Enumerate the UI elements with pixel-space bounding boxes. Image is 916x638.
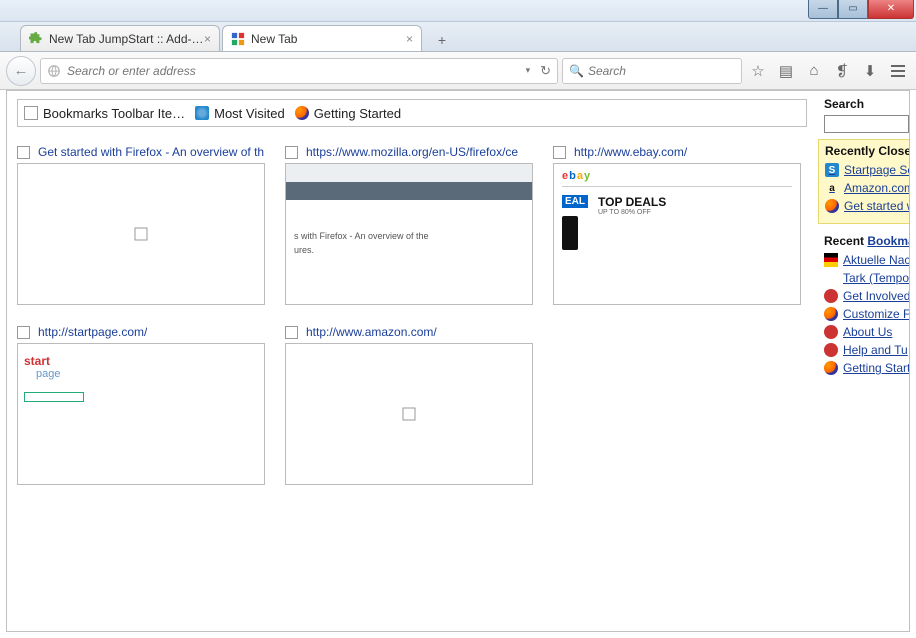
bookmark-label: Getting Started xyxy=(314,106,401,121)
sidebar-link-aktuelle[interactable]: Aktuelle Nac xyxy=(824,251,909,269)
new-tab-button[interactable]: + xyxy=(430,29,454,51)
address-bar[interactable]: ▾ ↻ xyxy=(40,58,558,84)
sidebar-search-heading: Search xyxy=(818,91,909,115)
sidebar-search-input[interactable] xyxy=(824,115,909,133)
window-maximize-button[interactable]: ▭ xyxy=(838,0,868,19)
reload-icon[interactable]: ↻ xyxy=(540,63,551,79)
search-bar[interactable]: 🔍 xyxy=(562,58,742,84)
sidebar-link-getinvolved[interactable]: Get Involved xyxy=(824,287,909,305)
url-input[interactable] xyxy=(67,64,520,78)
placeholder-icon xyxy=(135,228,148,241)
bookmark-label: Bookmarks Toolbar Ite… xyxy=(43,106,185,121)
bookmarks-toolbar-item-gettingstarted[interactable]: Getting Started xyxy=(295,106,401,121)
tile-thumbnail[interactable] xyxy=(285,343,533,485)
tile-label: https://www.mozilla.org/en-US/firefox/ce xyxy=(306,145,518,159)
tab-newtab[interactable]: New Tab × xyxy=(222,25,422,51)
tab-close-icon[interactable]: × xyxy=(204,32,211,46)
sidebar-link-startpage[interactable]: SStartpage Se xyxy=(825,161,909,179)
hamburger-icon xyxy=(891,65,905,77)
window-titlebar: — ▭ ✕ xyxy=(0,0,916,22)
sidebar-recent-bookmarks-heading: Recent Bookma xyxy=(824,234,909,248)
tab-label: New Tab JumpStart :: Add-… xyxy=(49,32,204,46)
back-button[interactable]: ← xyxy=(6,56,36,86)
firefox-icon xyxy=(825,199,839,213)
bookmarks-link[interactable]: Bookma xyxy=(867,234,909,248)
amazon-icon: a xyxy=(825,181,839,195)
globe-icon xyxy=(47,64,61,78)
tile-amazon[interactable]: http://www.amazon.com/ xyxy=(285,325,533,485)
url-dropdown-icon[interactable]: ▾ xyxy=(526,65,531,76)
mozilla-icon xyxy=(824,343,838,357)
window-minimize-button[interactable]: — xyxy=(808,0,838,19)
tab-addons[interactable]: New Tab JumpStart :: Add-… × xyxy=(20,25,220,51)
ebay-logo: ebay xyxy=(562,170,792,182)
tile-ebay[interactable]: http://www.ebay.com/ ebay EAL TOP DEALS … xyxy=(553,145,801,305)
folder-icon xyxy=(24,106,38,120)
tile-thumbnail[interactable] xyxy=(17,163,265,305)
home-button[interactable]: ⌂ xyxy=(802,59,826,83)
tile-thumbnail[interactable]: s with Firefox - An overview of theures. xyxy=(285,163,533,305)
jumpstart-icon xyxy=(231,32,245,46)
tile-thumbnail[interactable]: start page xyxy=(17,343,265,485)
tile-thumbnail[interactable]: ebay EAL TOP DEALS UP TO 80% OFF xyxy=(553,163,801,305)
tab-strip: New Tab JumpStart :: Add-… × New Tab × + xyxy=(0,22,916,52)
bookmarks-toolbar: Bookmarks Toolbar Ite… Most Visited Gett… xyxy=(17,99,807,127)
sidebar-link-gettingstart[interactable]: Getting Start xyxy=(824,359,909,377)
tile-checkbox[interactable] xyxy=(17,146,30,159)
sidebar-recent-bookmarks: Recent Bookma Aktuelle Nac Tark (Tempo G… xyxy=(818,230,909,385)
tile-label: http://www.amazon.com/ xyxy=(306,325,437,339)
startpage-icon: S xyxy=(825,163,839,177)
sidebar-link-help[interactable]: Help and Tu xyxy=(824,341,909,359)
tile-label: http://www.ebay.com/ xyxy=(574,145,687,159)
germany-flag-icon xyxy=(824,253,838,267)
nav-toolbar: ← ▾ ↻ 🔍 ☆ ▤ ⌂ ❡ ⬇ xyxy=(0,52,916,90)
tile-checkbox[interactable] xyxy=(17,326,30,339)
most-visited-icon xyxy=(195,106,209,120)
tile-firefox-getstarted[interactable]: Get started with Firefox - An overview o… xyxy=(17,145,265,305)
tab-label: New Tab xyxy=(251,32,297,46)
tile-mozilla[interactable]: https://www.mozilla.org/en-US/firefox/ce… xyxy=(285,145,533,305)
tile-checkbox[interactable] xyxy=(285,146,298,159)
tab-close-icon[interactable]: × xyxy=(406,32,413,46)
tile-checkbox[interactable] xyxy=(285,326,298,339)
sidebar-link-customize[interactable]: Customize F xyxy=(824,305,909,323)
sidebar-link-aboutus[interactable]: About Us xyxy=(824,323,909,341)
tile-checkbox[interactable] xyxy=(553,146,566,159)
search-icon: 🔍 xyxy=(569,64,584,78)
window-close-button[interactable]: ✕ xyxy=(868,0,914,19)
tile-label: http://startpage.com/ xyxy=(38,325,147,339)
sidebar-link-getstarted[interactable]: Get started w xyxy=(825,197,909,215)
bookmark-label: Most Visited xyxy=(214,106,285,121)
speed-dial-grid: Get started with Firefox - An overview o… xyxy=(17,145,807,485)
bookmarks-toolbar-item-mostvisited[interactable]: Most Visited xyxy=(195,106,285,121)
page-content: Bookmarks Toolbar Ite… Most Visited Gett… xyxy=(6,90,910,632)
tile-label: Get started with Firefox - An overview o… xyxy=(38,145,264,159)
bookmark-star-button[interactable]: ☆ xyxy=(746,59,770,83)
firefox-icon xyxy=(824,361,838,375)
sidebar-recently-closed-heading: Recently Closed xyxy=(825,144,909,158)
sidebar: Search Recently Closed SStartpage Se aAm… xyxy=(817,91,909,631)
sidebar-recently-closed: Recently Closed SStartpage Se aAmazon.co… xyxy=(818,139,909,224)
search-input[interactable] xyxy=(588,64,745,78)
downloads-button[interactable]: ⬇ xyxy=(858,59,882,83)
firefox-icon xyxy=(295,106,309,120)
mozilla-icon xyxy=(824,325,838,339)
tile-startpage[interactable]: http://startpage.com/ start page xyxy=(17,325,265,485)
library-button[interactable]: ▤ xyxy=(774,59,798,83)
sidebar-link-tark[interactable]: Tark (Tempo xyxy=(824,269,909,287)
main-column: Bookmarks Toolbar Ite… Most Visited Gett… xyxy=(7,91,817,631)
sidebar-link-amazon[interactable]: aAmazon.com xyxy=(825,179,909,197)
firefox-icon xyxy=(824,307,838,321)
puzzle-icon xyxy=(29,32,43,46)
mozilla-icon xyxy=(824,289,838,303)
bookmarks-toolbar-item-folder[interactable]: Bookmarks Toolbar Ite… xyxy=(24,106,185,121)
share-button[interactable]: ❡ xyxy=(830,59,854,83)
placeholder-icon xyxy=(403,408,416,421)
menu-button[interactable] xyxy=(886,59,910,83)
